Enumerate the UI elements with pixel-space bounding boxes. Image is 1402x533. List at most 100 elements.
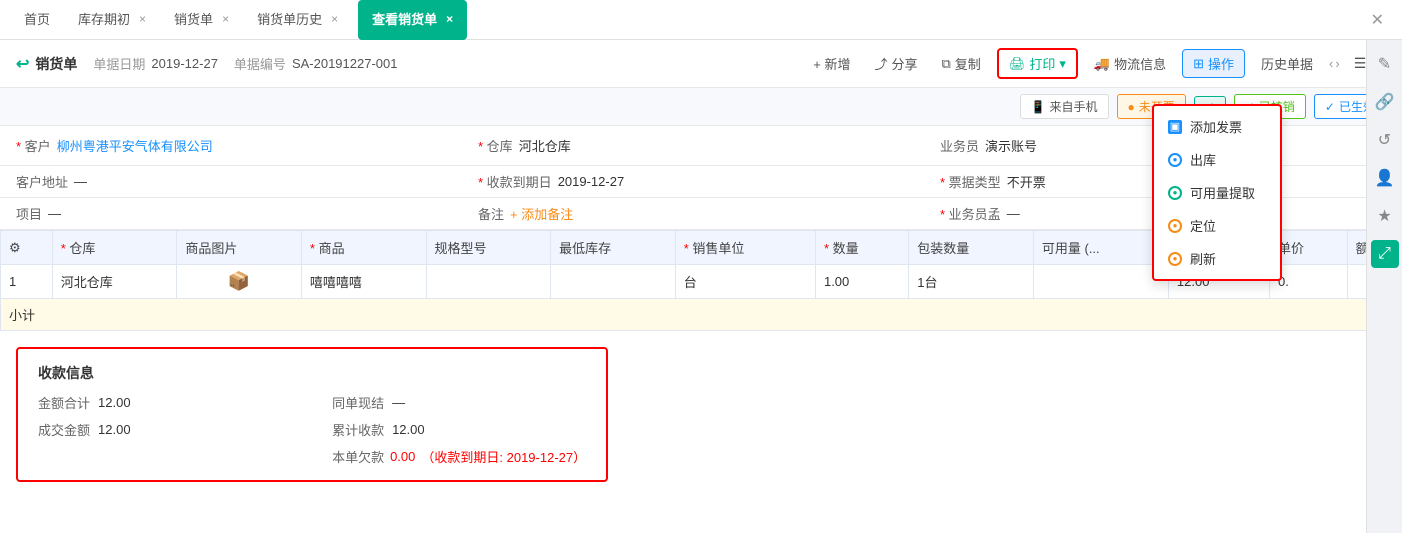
prev-arrow[interactable]: ‹ (1329, 56, 1333, 71)
available-icon: ● (1168, 186, 1182, 200)
payment-grid: 金额合计 12.00 同单现结 — 成交金额 12.00 累计收款 12.00 … (38, 393, 586, 466)
right-sidebar: ✎ 🔗 ↺ 👤 ★ ⤢ (1366, 40, 1402, 533)
sidebar-user-icon[interactable]: 👤 (1371, 164, 1399, 192)
outbound-item[interactable]: ● 出库 (1154, 143, 1280, 176)
customer-field: 客户 柳州粤港平安气体有限公司 (16, 136, 462, 155)
subtotal-label: 小计 (1, 299, 1402, 331)
close-icon[interactable]: × (446, 13, 453, 25)
nav-arrows: ‹ › (1329, 56, 1340, 71)
operations-button[interactable]: ⊞ 操作 (1182, 49, 1245, 78)
main-area: ↩ 销货单 单据日期 2019-12-27 单据编号 SA-20191227-0… (0, 40, 1402, 533)
payment-box: 收款信息 金额合计 12.00 同单现结 — 成交金额 12.00 累计收款 1… (16, 347, 608, 482)
staff-label: 业务员 (940, 136, 979, 155)
tab-home[interactable]: 首页 (10, 0, 64, 40)
staff-value: 演示账号 (985, 136, 1037, 155)
transaction-label: 成交金额 (38, 420, 90, 439)
dropdown-arrow-icon: ▾ (1059, 56, 1066, 72)
logistics-icon: 🚚 (1094, 56, 1110, 72)
row-available (1033, 265, 1168, 299)
sidebar-refresh-icon[interactable]: ↺ (1371, 126, 1399, 154)
add-invoice-item[interactable]: ▣ 添加发票 (1154, 110, 1280, 143)
refresh-item[interactable]: ● 刷新 (1154, 242, 1280, 275)
payment-title: 收款信息 (38, 363, 586, 383)
tab-bar: 首页 库存期初 × 销货单 × 销货单历史 × 查看销货单 × ✕ (0, 0, 1402, 40)
toolbar: + 新增 ⤴ 分享 ⧉ 复制 🖨 打印 ▾ 🚚 物流信息 ⊞ 操作 (805, 48, 1386, 79)
phone-icon: 📱 (1031, 100, 1046, 114)
subtotal-row: 小计 (1, 299, 1402, 331)
operations-dropdown: ▣ 添加发票 ● 出库 ● 可用量提取 ● 定位 ● 刷新 (1152, 104, 1282, 281)
number-label: 单据编号 (234, 54, 286, 73)
project-value: — (48, 206, 61, 221)
col-min-stock: 最低库存 (551, 231, 676, 265)
sidebar-link-icon[interactable]: 🔗 (1371, 88, 1399, 116)
logistics-button[interactable]: 🚚 物流信息 (1086, 51, 1174, 76)
print-button[interactable]: 🖨 打印 ▾ (997, 48, 1078, 79)
arrears-label: 本单欠款 (332, 447, 384, 466)
share-button[interactable]: ⤴ 分享 (866, 51, 925, 76)
col-spec: 规格型号 (426, 231, 551, 265)
col-product-img: 商品图片 (177, 231, 302, 265)
from-phone-button[interactable]: 📱 来自手机 (1020, 94, 1109, 119)
transaction-item: 成交金额 12.00 (38, 420, 292, 439)
tab-sales[interactable]: 销货单 × (160, 0, 243, 40)
next-arrow[interactable]: › (1335, 56, 1339, 71)
sidebar-edit-icon[interactable]: ✎ (1371, 50, 1399, 78)
col-available: 可用量 (... (1033, 231, 1168, 265)
close-icon[interactable]: × (139, 13, 146, 25)
copy-button[interactable]: ⧉ 复制 (934, 51, 989, 76)
doc-header: ↩ 销货单 单据日期 2019-12-27 单据编号 SA-20191227-0… (0, 40, 1402, 88)
warehouse-field: 仓库 河北仓库 (478, 136, 924, 155)
payment-date-value: 2019-12-27 (558, 174, 625, 189)
same-order-label: 同单现结 (332, 393, 384, 412)
tab-inventory[interactable]: 库存期初 × (64, 0, 160, 40)
cumulative-label: 累计收款 (332, 420, 384, 439)
transaction-value: 12.00 (98, 422, 131, 437)
close-icon[interactable]: × (331, 13, 338, 25)
tab-sales-history[interactable]: 销货单历史 × (243, 0, 352, 40)
date-label: 单据日期 (93, 54, 145, 73)
cumulative-value: 12.00 (392, 422, 425, 437)
copy-icon: ⧉ (942, 56, 951, 72)
project-label: 项目 (16, 204, 42, 223)
payment-section: 收款信息 金额合计 12.00 同单现结 — 成交金额 12.00 累计收款 1… (0, 331, 1402, 498)
row-quantity: 1.00 (815, 265, 908, 299)
close-icon[interactable]: × (222, 13, 229, 25)
number-value: SA-20191227-001 (292, 56, 398, 71)
arrears-note: （收款到期日: 2019-12-27） (421, 447, 586, 466)
row-no: 1 (1, 265, 53, 299)
doc-number-meta: 单据编号 SA-20191227-001 (234, 54, 398, 73)
history-button[interactable]: 历史单据 (1253, 51, 1321, 76)
total-value: 12.00 (98, 395, 131, 410)
sidebar-star-icon[interactable]: ★ (1371, 202, 1399, 230)
warehouse-label: 仓库 (478, 136, 513, 155)
doc-icon: ↩ (16, 54, 29, 74)
row-warehouse: 河北仓库 (52, 265, 177, 299)
note-label: 备注 (478, 204, 504, 223)
col-settings[interactable]: ⚙ (1, 231, 53, 265)
arrears-value: 0.00 (390, 449, 415, 464)
new-button[interactable]: + 新增 (805, 51, 858, 76)
same-order-item: 同单现结 — (332, 393, 586, 412)
col-product: 商品 (301, 231, 426, 265)
col-package-qty: 包装数量 (909, 231, 1034, 265)
tab-view-sales[interactable]: 查看销货单 × (358, 0, 467, 40)
col-sales-unit: 销售单位 (675, 231, 815, 265)
share-icon: ⤴ (874, 54, 887, 73)
sidebar-expand-icon[interactable]: ⤢ (1371, 240, 1399, 268)
effect-check-icon: ✓ (1325, 100, 1335, 114)
note-field: 备注 + 添加备注 (478, 204, 924, 223)
customer-value[interactable]: 柳州粤港平安气体有限公司 (57, 136, 213, 155)
col-warehouse: 仓库 (52, 231, 177, 265)
payment-date-label: 收款到期日 (478, 172, 552, 191)
invoice-icon: ▣ (1168, 120, 1182, 134)
outbound-icon: ● (1168, 153, 1182, 167)
window-close-button[interactable]: ✕ (1363, 10, 1392, 30)
row-product: 嘻嘻嘻嘻 (301, 265, 426, 299)
locate-item[interactable]: ● 定位 (1154, 209, 1280, 242)
col-quantity: 数量 (815, 231, 908, 265)
doc-title: ↩ 销货单 (16, 54, 77, 74)
locate-icon: ● (1168, 219, 1182, 233)
available-qty-item[interactable]: ● 可用量提取 (1154, 176, 1280, 209)
add-note-button[interactable]: + 添加备注 (510, 204, 573, 223)
product-image-icon: 📦 (228, 271, 250, 291)
